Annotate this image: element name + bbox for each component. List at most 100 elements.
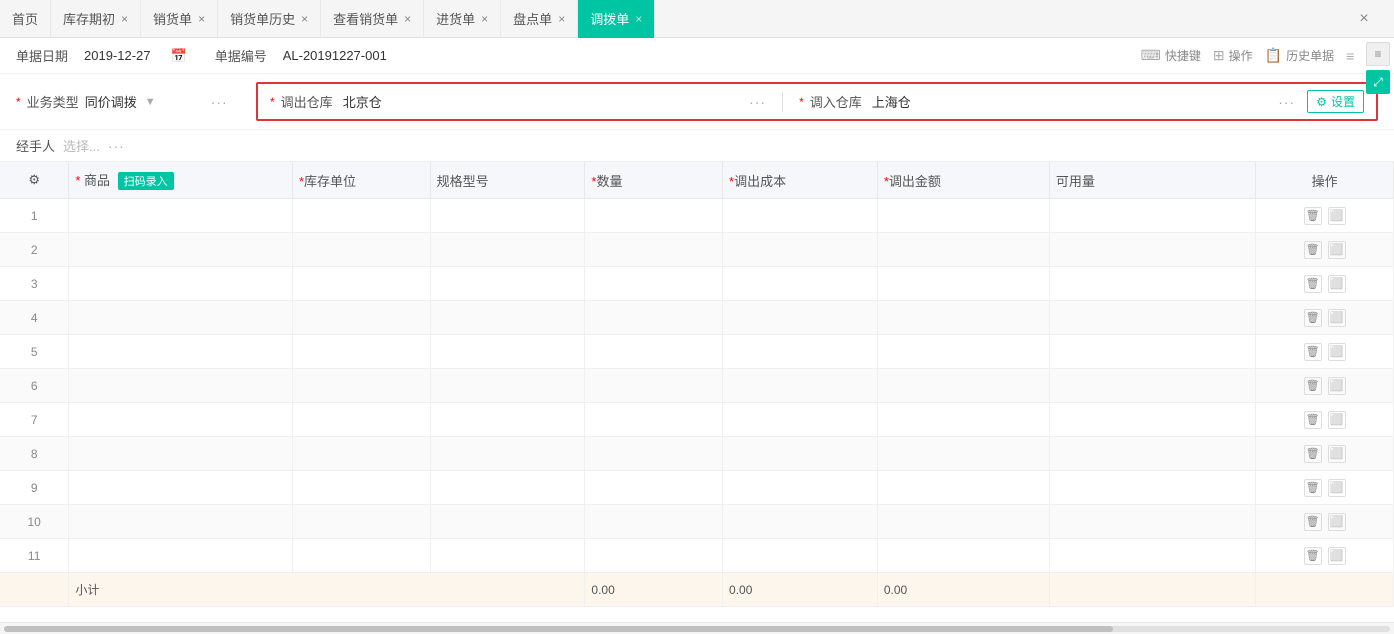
copy-row-icon[interactable]: ⬜	[1328, 275, 1346, 293]
history-button[interactable]: 📋 历史单据	[1265, 47, 1334, 64]
table-row: 4🗑⬜	[0, 301, 1394, 335]
toolbar: 单据日期 2019-12-27 📅 单据编号 AL-20191227-001 ⌨…	[0, 38, 1394, 74]
warehouse-in-more[interactable]: ···	[1278, 94, 1295, 110]
tab-sales-order-close[interactable]: ×	[198, 12, 205, 26]
delete-row-icon[interactable]: 🗑	[1304, 513, 1322, 531]
operation-icon: ⊞	[1213, 47, 1225, 64]
delete-row-icon[interactable]: 🗑	[1304, 309, 1322, 327]
tab-sales-order[interactable]: 销货单 ×	[141, 0, 218, 38]
tab-inventory-init[interactable]: 库存期初 ×	[51, 0, 141, 38]
warehouse-section: * 调出仓库 北京仓 ··· * 调入仓库 上海仓 ··· ⚙	[256, 82, 1378, 121]
tab-sales-history-close[interactable]: ×	[301, 12, 308, 26]
copy-row-icon[interactable]: ⬜	[1328, 513, 1346, 531]
tab-purchase-order[interactable]: 进货单 ×	[424, 0, 501, 38]
view-toggle-list[interactable]: ≡	[1346, 48, 1354, 64]
warehouse-out-more[interactable]: ···	[749, 94, 766, 110]
warehouse-out-required: *	[270, 95, 275, 109]
scan-enter-button[interactable]: 扫码录入	[118, 172, 174, 190]
col-available: 可用量	[1049, 162, 1255, 199]
handler-label: 经手人	[16, 136, 55, 155]
business-type-required: *	[16, 95, 21, 109]
list-view-icon: ≡	[1346, 48, 1354, 64]
sidebar-list-icon[interactable]: ≡	[1366, 42, 1390, 66]
delete-row-icon[interactable]: 🗑	[1304, 343, 1322, 361]
business-type-value: 同价调拨	[85, 92, 137, 111]
subtotal-label: 小计	[69, 573, 585, 607]
copy-row-icon[interactable]: ⬜	[1328, 445, 1346, 463]
handler-select[interactable]: 选择...	[63, 136, 100, 155]
handler-more[interactable]: ···	[108, 138, 125, 154]
date-label: 单据日期	[16, 46, 68, 65]
business-type-field: * 业务类型 同价调拨 ▼ ···	[16, 92, 236, 111]
table-container: ⚙ * *商品 商品 扫码录入 *库存单位 规格型号 *数量	[0, 162, 1394, 622]
table-row: 11🗑⬜	[0, 539, 1394, 573]
settings-gear-icon: ⚙	[1316, 95, 1327, 109]
shortcut-key-button[interactable]: ⌨ 快捷键	[1141, 47, 1201, 64]
delete-row-icon[interactable]: 🗑	[1304, 445, 1322, 463]
tab-sales-history[interactable]: 销货单历史 ×	[218, 0, 321, 38]
copy-row-icon[interactable]: ⬜	[1328, 479, 1346, 497]
warehouse-out-label: 调出仓库	[281, 92, 333, 111]
col-unit: *库存单位	[292, 162, 430, 199]
warehouse-in-label: 调入仓库	[810, 92, 862, 111]
subtotal-amount: 0.00	[877, 573, 1049, 607]
copy-row-icon[interactable]: ⬜	[1328, 241, 1346, 259]
business-type-select[interactable]: 同价调拨 ▼	[85, 92, 205, 111]
history-icon: 📋	[1265, 47, 1282, 64]
tab-inventory-check[interactable]: 盘点单 ×	[501, 0, 578, 38]
table-row: 1🗑⬜	[0, 199, 1394, 233]
tab-inventory-check-close[interactable]: ×	[558, 12, 565, 26]
business-type-more[interactable]: ···	[211, 94, 228, 110]
delete-row-icon[interactable]: 🗑	[1304, 411, 1322, 429]
toolbar-right: ⌨ 快捷键 ⊞ 操作 📋 历史单据 ≡ ⊞	[1141, 47, 1378, 64]
calendar-icon[interactable]: 📅	[171, 48, 187, 64]
col-amount: *调出金额	[877, 162, 1049, 199]
delete-row-icon[interactable]: 🗑	[1304, 547, 1322, 565]
tab-transfer-order[interactable]: 调拨单 ×	[578, 0, 655, 38]
operation-button[interactable]: ⊞ 操作	[1213, 47, 1253, 64]
copy-row-icon[interactable]: ⬜	[1328, 309, 1346, 327]
copy-row-icon[interactable]: ⬜	[1328, 343, 1346, 361]
col-gear[interactable]: ⚙	[0, 162, 69, 199]
copy-row-icon[interactable]: ⬜	[1328, 207, 1346, 225]
sidebar-external-icon[interactable]: ⤢	[1366, 70, 1390, 94]
copy-row-icon[interactable]: ⬜	[1328, 411, 1346, 429]
table-row: 8🗑⬜	[0, 437, 1394, 471]
table-row: 7🗑⬜	[0, 403, 1394, 437]
col-product: * *商品 商品 扫码录入	[69, 162, 293, 199]
warehouse-in-value[interactable]: 上海仓	[872, 92, 911, 111]
subtotal-row: 小计 0.00 0.00 0.00	[0, 573, 1394, 607]
table-row: 5🗑⬜	[0, 335, 1394, 369]
copy-row-icon[interactable]: ⬜	[1328, 547, 1346, 565]
delete-row-icon[interactable]: 🗑	[1304, 241, 1322, 259]
horizontal-scrollbar[interactable]	[0, 622, 1394, 634]
date-value[interactable]: 2019-12-27	[84, 48, 151, 63]
col-operation: 操作	[1256, 162, 1394, 199]
scrollbar-track	[4, 626, 1390, 632]
tab-view-sales[interactable]: 查看销货单 ×	[321, 0, 424, 38]
tab-transfer-order-close[interactable]: ×	[635, 12, 642, 26]
table-row: 10🗑⬜	[0, 505, 1394, 539]
delete-row-icon[interactable]: 🗑	[1304, 275, 1322, 293]
doc-no-value[interactable]: AL-20191227-001	[283, 48, 387, 63]
right-sidebar: ≡ ⤢	[1362, 38, 1394, 98]
tab-inventory-init-close[interactable]: ×	[121, 12, 128, 26]
tab-purchase-order-close[interactable]: ×	[481, 12, 488, 26]
tab-view-sales-close[interactable]: ×	[404, 12, 411, 26]
copy-row-icon[interactable]: ⬜	[1328, 377, 1346, 395]
tab-bar: 首页 库存期初 × 销货单 × 销货单历史 × 查看销货单 × 进货单 × 盘点…	[0, 0, 1394, 38]
warehouse-divider	[782, 92, 783, 112]
delete-row-icon[interactable]: 🗑	[1304, 479, 1322, 497]
delete-row-icon[interactable]: 🗑	[1304, 207, 1322, 225]
col-qty: *数量	[585, 162, 723, 199]
doc-no-label: 单据编号	[215, 46, 267, 65]
scrollbar-thumb	[4, 626, 1113, 632]
tab-home[interactable]: 首页	[8, 0, 51, 38]
settings-button[interactable]: ⚙ 设置	[1307, 90, 1364, 113]
col-cost: *调出成本	[723, 162, 878, 199]
warehouse-out-value[interactable]: 北京仓	[343, 92, 382, 111]
handler-row: 经手人 选择... ···	[0, 130, 1394, 162]
subtotal-qty: 0.00	[585, 573, 723, 607]
delete-row-icon[interactable]: 🗑	[1304, 377, 1322, 395]
window-close-button[interactable]: ×	[1350, 5, 1378, 33]
